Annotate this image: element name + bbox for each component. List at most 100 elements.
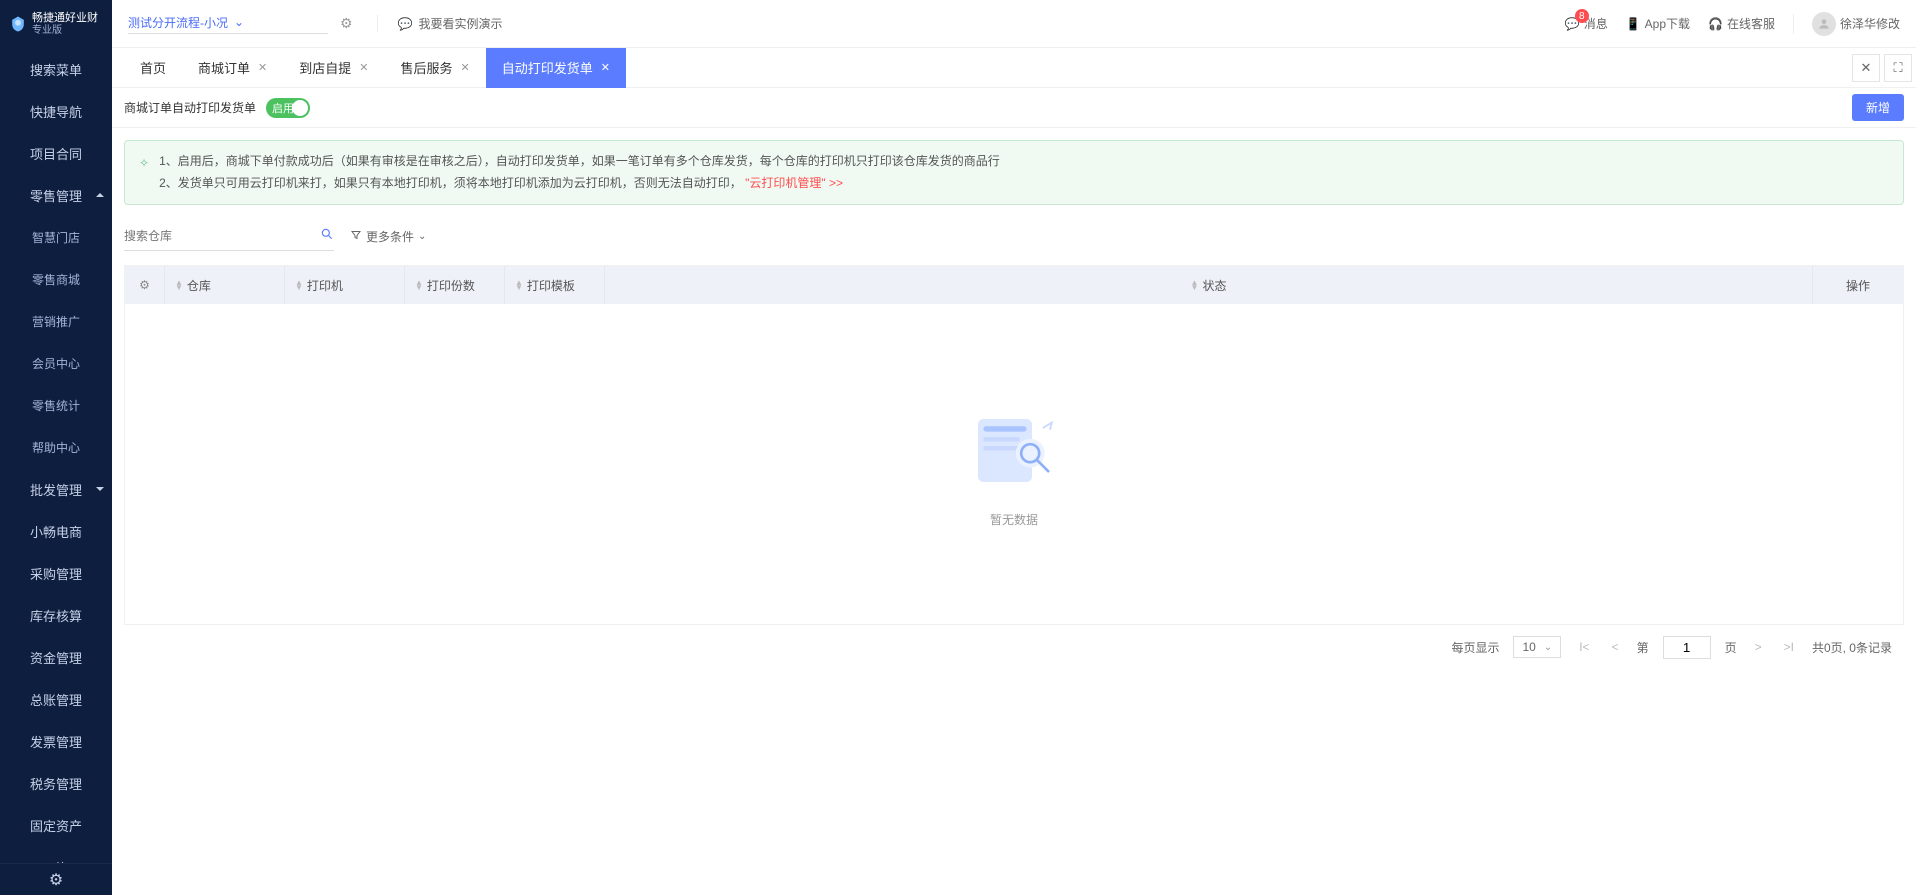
sidebar-item-2[interactable]: 项目合同	[0, 132, 112, 174]
column-template-label: 打印模板	[527, 277, 575, 294]
pagination-summary: 共0页, 0条记录	[1812, 639, 1892, 656]
table-header: ⚙ ▲▼ 仓库 ▲▼ 打印机 ▲▼ 打印份数 ▲▼ 打	[125, 266, 1903, 304]
sidebar-settings-button[interactable]: ⚙	[0, 863, 112, 895]
sidebar-item-label: 营销推广	[32, 313, 80, 330]
sidebar-item-4[interactable]: 智慧门店	[0, 216, 112, 258]
sidebar-item-label: 会员中心	[32, 355, 80, 372]
context-label: 测试分开流程-小况	[128, 14, 228, 31]
sidebar-item-17[interactable]: 税务管理	[0, 762, 112, 804]
enable-toggle[interactable]: 启用	[266, 98, 310, 118]
logo-icon	[8, 14, 28, 34]
sidebar-item-9[interactable]: 帮助中心	[0, 426, 112, 468]
first-page-button[interactable]: I<	[1575, 640, 1593, 654]
close-tab-button[interactable]: ✕	[1852, 54, 1880, 82]
logo: 畅捷通好业财 专业版	[0, 0, 112, 48]
sidebar-item-18[interactable]: 固定资产	[0, 804, 112, 846]
last-page-button[interactable]: >I	[1780, 640, 1798, 654]
toggle-label: 商城订单自动打印发货单	[124, 99, 256, 116]
filter-row: 更多条件 ⌄	[124, 221, 1904, 251]
sidebar-item-label: 资金管理	[30, 648, 82, 667]
sidebar-item-13[interactable]: 库存核算	[0, 594, 112, 636]
empty-state: 暂无数据	[125, 304, 1903, 624]
sidebar-item-6[interactable]: 营销推广	[0, 300, 112, 342]
per-page-label: 每页显示	[1451, 639, 1499, 656]
sidebar-item-15[interactable]: 总账管理	[0, 678, 112, 720]
sidebar-item-12[interactable]: 采购管理	[0, 552, 112, 594]
logo-title: 畅捷通好业财	[32, 12, 98, 24]
sidebar-item-1[interactable]: 快捷导航	[0, 90, 112, 132]
sidebar-item-label: 帮助中心	[32, 439, 80, 456]
tab-label: 到店自提	[299, 58, 351, 77]
pagination: 每页显示 10 ⌄ I< < 第 页 > >I 共0页, 0条记录	[124, 625, 1904, 669]
main: 测试分开流程-小况 ⌄ ⚙ 💬 我要看实例演示 💬 8 消息 📱 App下载	[112, 0, 1916, 895]
search-input[interactable]	[124, 229, 320, 243]
page-input[interactable]	[1663, 636, 1711, 659]
per-page-select[interactable]: 10 ⌄	[1513, 636, 1561, 658]
notice-line-2-text: 2、发货单只可用云打印机来打，如果只有本地打印机，须将本地打印机添加为云打印机，…	[159, 176, 742, 190]
close-icon[interactable]: ✕	[461, 61, 470, 74]
column-template[interactable]: ▲▼ 打印模板	[505, 266, 605, 304]
tab-4[interactable]: 自动打印发货单✕	[486, 48, 626, 88]
sidebar-item-8[interactable]: 零售统计	[0, 384, 112, 426]
sort-icon: ▲▼	[515, 280, 523, 290]
tab-2[interactable]: 到店自提 ✕	[283, 48, 384, 88]
sidebar-item-label: 库存核算	[30, 606, 82, 625]
messages-button[interactable]: 💬 8 消息	[1565, 15, 1608, 32]
sidebar-item-14[interactable]: 资金管理	[0, 636, 112, 678]
toolbar-row: 商城订单自动打印发货单 启用 新增	[112, 88, 1916, 128]
sidebar-menu: 搜索菜单快捷导航项目合同零售管理智慧门店零售商城营销推广会员中心零售统计帮助中心…	[0, 48, 112, 863]
tab-label: 商城订单	[198, 58, 250, 77]
page-prefix: 第	[1637, 639, 1649, 656]
search-box	[124, 221, 334, 251]
cloud-printer-link[interactable]: "云打印机管理" >>	[745, 176, 843, 190]
context-selector[interactable]: 测试分开流程-小况 ⌄	[128, 14, 328, 34]
divider	[1793, 14, 1794, 34]
speech-icon: 💬	[398, 17, 413, 31]
search-icon[interactable]	[320, 227, 334, 244]
sidebar-item-0[interactable]: 搜索菜单	[0, 48, 112, 90]
column-settings-button[interactable]: ⚙	[125, 266, 165, 304]
fullscreen-button[interactable]: ⛶	[1884, 54, 1912, 82]
close-icon[interactable]: ✕	[258, 61, 267, 74]
tab-0[interactable]: 首页	[124, 48, 182, 88]
sort-icon: ▲▼	[295, 280, 303, 290]
sidebar-item-label: 搜索菜单	[30, 60, 82, 79]
filter-icon	[350, 229, 362, 244]
online-service-button[interactable]: 🎧 在线客服	[1708, 15, 1775, 32]
prev-page-button[interactable]: <	[1608, 640, 1623, 654]
sidebar-item-3[interactable]: 零售管理	[0, 174, 112, 216]
tab-label: 首页	[140, 58, 166, 77]
user-menu[interactable]: 徐泽华修改	[1812, 12, 1900, 36]
close-icon[interactable]: ✕	[359, 61, 368, 74]
sidebar-item-label: 快捷导航	[30, 102, 82, 121]
empty-text: 暂无数据	[990, 511, 1038, 528]
sidebar-item-11[interactable]: 小畅电商	[0, 510, 112, 552]
sidebar-item-19[interactable]: 工资	[0, 846, 112, 863]
sidebar-item-7[interactable]: 会员中心	[0, 342, 112, 384]
context-gear-button[interactable]: ⚙	[340, 15, 353, 32]
sidebar: 畅捷通好业财 专业版 搜索菜单快捷导航项目合同零售管理智慧门店零售商城营销推广会…	[0, 0, 112, 895]
column-warehouse[interactable]: ▲▼ 仓库	[165, 266, 285, 304]
column-printer[interactable]: ▲▼ 打印机	[285, 266, 405, 304]
tab-1[interactable]: 商城订单 ✕	[182, 48, 283, 88]
sidebar-item-5[interactable]: 零售商城	[0, 258, 112, 300]
app-download-button[interactable]: 📱 App下载	[1626, 15, 1690, 32]
column-status[interactable]: ▲▼ 状态	[605, 266, 1813, 304]
sidebar-item-16[interactable]: 发票管理	[0, 720, 112, 762]
tab-3[interactable]: 售后服务 ✕	[384, 48, 485, 88]
column-copies[interactable]: ▲▼ 打印份数	[405, 266, 505, 304]
mobile-icon: 📱	[1626, 17, 1641, 31]
add-button[interactable]: 新增	[1852, 94, 1904, 121]
demo-link[interactable]: 💬 我要看实例演示	[377, 15, 503, 32]
next-page-button[interactable]: >	[1751, 640, 1766, 654]
logo-subtitle: 专业版	[32, 25, 98, 36]
close-icon[interactable]: ✕	[601, 61, 610, 74]
notice-banner: ✧ 1、启用后，商城下单付款成功后（如果有审核是在审核之后），自动打印发货单，如…	[124, 140, 1904, 205]
sidebar-item-10[interactable]: 批发管理	[0, 468, 112, 510]
more-filters-button[interactable]: 更多条件 ⌄	[350, 228, 426, 245]
sidebar-item-label: 工资	[43, 858, 69, 864]
expand-icon: ⛶	[1893, 60, 1902, 76]
tab-label: 售后服务	[400, 58, 452, 77]
column-action-label: 操作	[1846, 277, 1870, 294]
sidebar-item-label: 智慧门店	[32, 229, 80, 246]
